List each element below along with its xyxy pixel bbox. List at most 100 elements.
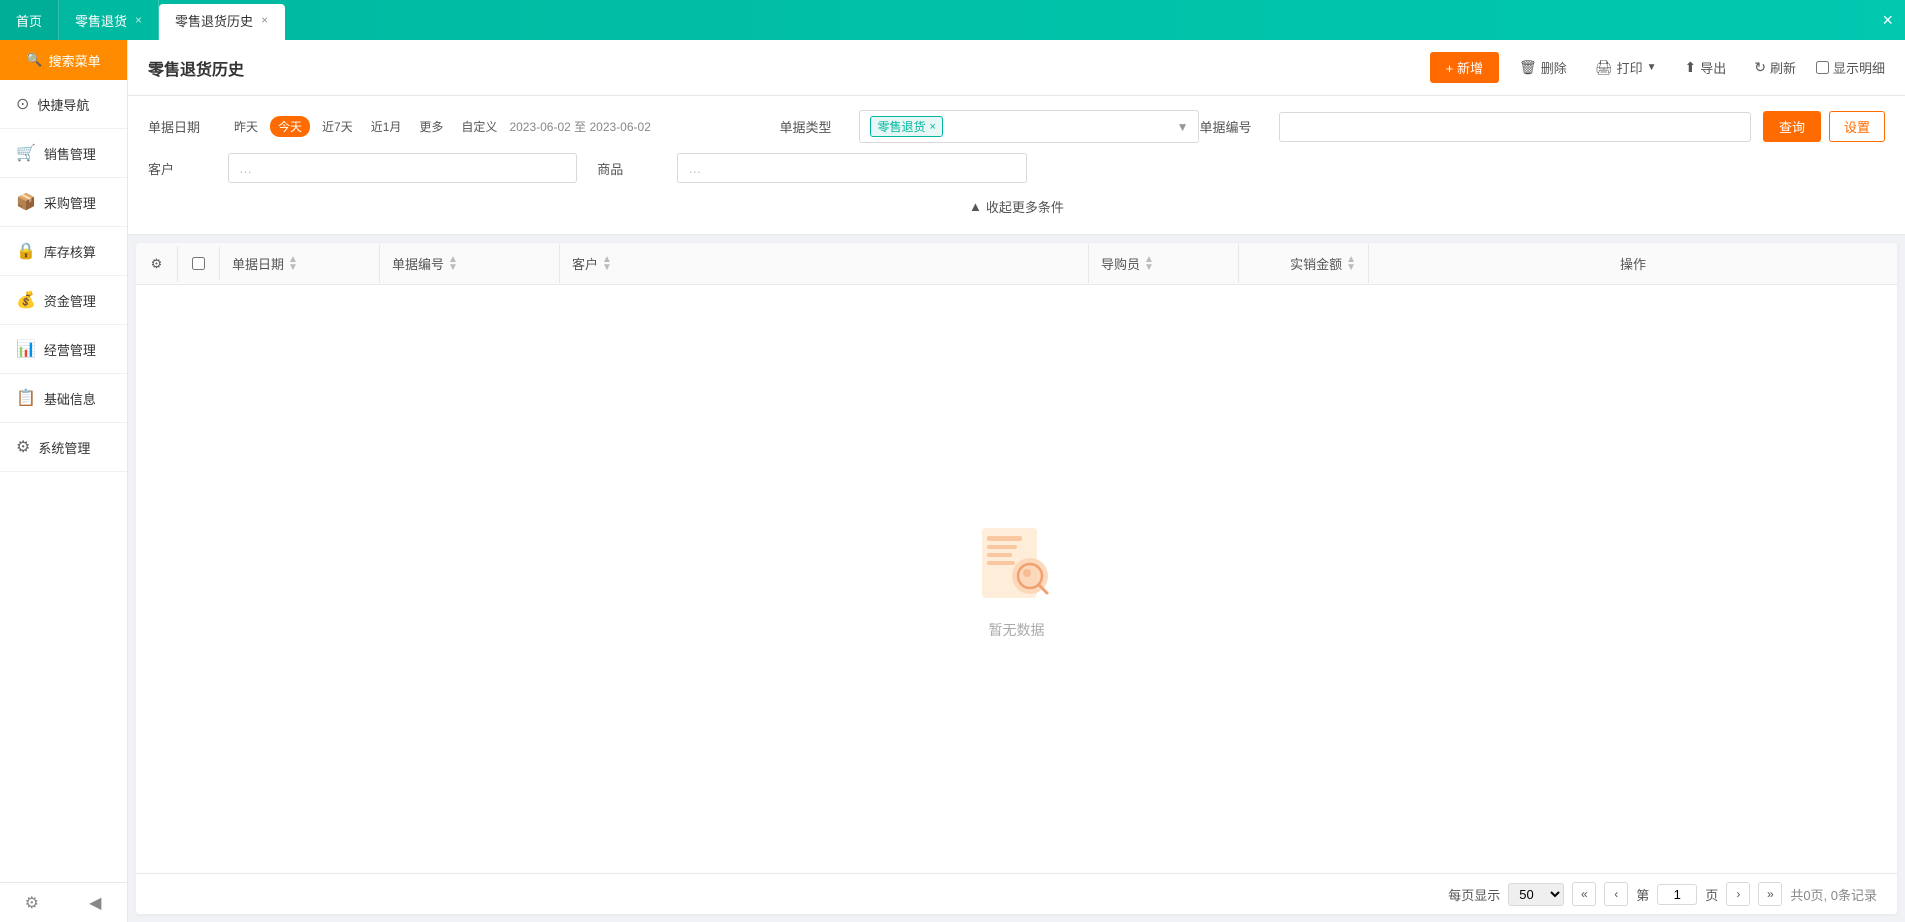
date-opt-7days[interactable]: 近7天	[316, 116, 359, 137]
total-info: 共0页, 0条记录	[1790, 885, 1877, 904]
th-amount[interactable]: 实销金额 ▲▼	[1239, 244, 1369, 283]
tab-retail-return-history[interactable]: 零售退货历史 ×	[159, 4, 285, 40]
prev-page-btn[interactable]: ‹	[1604, 882, 1628, 906]
sidebar-item-inventory[interactable]: 🔒 库存核算	[0, 227, 127, 276]
goods-label: 商品	[597, 159, 677, 178]
window-close-button[interactable]: ×	[1882, 11, 1893, 29]
th-order-no-label: 单据编号	[392, 254, 444, 273]
header-actions: + 新增 🗑 删除 🖨 打印 ▼ ⬆ 导出 ↻ 刷新	[1430, 52, 1885, 83]
sidebar-collapse-btn[interactable]: ◀	[64, 883, 128, 922]
export-button[interactable]: ⬆ 导出	[1676, 54, 1734, 81]
customer-field: 客户 …	[148, 153, 577, 183]
th-action: 操作	[1369, 244, 1897, 283]
th-order-no[interactable]: 单据编号 ▲▼	[380, 244, 560, 283]
operation-icon: 📊	[16, 339, 36, 359]
sidebar-search[interactable]: 🔍 搜索菜单	[0, 40, 127, 80]
sidebar-settings-btn[interactable]: ⚙	[0, 883, 64, 922]
display-detail-toggle[interactable]: 显示明细	[1816, 58, 1885, 77]
table-header: ⚙ 单据日期 ▲▼ 单据编号 ▲▼ 客户 ▲▼ 导购员	[136, 243, 1897, 285]
sidebar-item-basic-info[interactable]: 📋 基础信息	[0, 374, 127, 423]
sidebar-item-system-mgmt[interactable]: ⚙ 系统管理	[0, 423, 127, 472]
goods-input[interactable]: …	[677, 153, 1026, 183]
tab-retail-return-close[interactable]: ×	[135, 13, 142, 27]
content-area: 零售退货历史 + 新增 🗑 删除 🖨 打印 ▼ ⬆ 导出 ↻	[128, 40, 1905, 922]
date-opt-custom[interactable]: 自定义	[455, 116, 503, 137]
goods-field: 商品 …	[597, 153, 1026, 183]
sidebar-item-sales-label: 销售管理	[44, 144, 96, 163]
basic-info-icon: 📋	[16, 388, 36, 408]
date-options: 昨天 今天 近7天 近1月 更多 自定义 2023-06-02 至 2023-0…	[228, 116, 779, 137]
sidebar-item-sales-mgmt[interactable]: 🛒 销售管理	[0, 129, 127, 178]
date-opt-more[interactable]: 更多	[413, 116, 449, 137]
table-area: ⚙ 单据日期 ▲▼ 单据编号 ▲▼ 客户 ▲▼ 导购员	[136, 243, 1897, 914]
th-date[interactable]: 单据日期 ▲▼	[220, 244, 380, 283]
delete-label: 删除	[1541, 58, 1567, 77]
bill-type-tag-close[interactable]: ×	[930, 121, 936, 133]
delete-button[interactable]: 🗑 删除	[1511, 54, 1575, 81]
refresh-icon: ↻	[1754, 59, 1766, 76]
customer-placeholder: …	[239, 161, 252, 176]
page-suffix: 页	[1705, 885, 1718, 904]
page-input[interactable]	[1657, 884, 1697, 905]
th-guide[interactable]: 导购员 ▲▼	[1089, 244, 1239, 283]
customer-label: 客户	[148, 159, 228, 178]
page-header: 零售退货历史 + 新增 🗑 删除 🖨 打印 ▼ ⬆ 导出 ↻	[128, 40, 1905, 96]
per-page-select[interactable]: 10 20 50 100	[1508, 883, 1564, 906]
date-opt-1month[interactable]: 近1月	[365, 116, 408, 137]
collapse-button[interactable]: ▲ 收起更多条件	[953, 193, 1080, 220]
query-button[interactable]: 查询	[1763, 111, 1821, 142]
date-opt-yesterday[interactable]: 昨天	[228, 116, 264, 137]
customer-sort-icon: ▲▼	[602, 256, 612, 272]
sidebar-item-finance[interactable]: 💰 资金管理	[0, 276, 127, 325]
th-settings[interactable]: ⚙	[136, 246, 178, 282]
filter-row-1: 单据日期 昨天 今天 近7天 近1月 更多 自定义 2023-06-02 至 2…	[148, 110, 1885, 143]
tab-retail-return-history-close[interactable]: ×	[261, 13, 268, 27]
th-date-label: 单据日期	[232, 254, 284, 273]
guide-sort-icon: ▲▼	[1144, 256, 1154, 272]
th-customer-label: 客户	[572, 254, 598, 273]
sidebar-item-operation-label: 经营管理	[44, 340, 96, 359]
customer-input[interactable]: …	[228, 153, 577, 183]
sidebar-item-finance-label: 资金管理	[44, 291, 96, 310]
last-page-btn[interactable]: »	[1758, 882, 1782, 906]
th-checkbox[interactable]	[178, 247, 220, 280]
next-page-btn[interactable]: ›	[1726, 882, 1750, 906]
sidebar-item-quick-nav-label: 快捷导航	[37, 95, 89, 114]
main-layout: 🔍 搜索菜单 ⊙ 快捷导航 🛒 销售管理 📦 采购管理 🔒 库存核算 💰 资金管…	[0, 40, 1905, 922]
sidebar-item-system-label: 系统管理	[38, 438, 90, 457]
tab-retail-return-label: 零售退货	[75, 11, 127, 30]
refresh-button[interactable]: ↻ 刷新	[1746, 54, 1804, 81]
inventory-icon: 🔒	[16, 241, 36, 261]
tab-home-label: 首页	[16, 11, 42, 30]
display-detail-checkbox[interactable]	[1816, 61, 1829, 74]
sidebar-item-quick-nav[interactable]: ⊙ 快捷导航	[0, 80, 127, 129]
amount-sort-icon: ▲▼	[1346, 256, 1356, 272]
th-customer[interactable]: 客户 ▲▼	[560, 244, 1089, 283]
date-opt-today[interactable]: 今天	[270, 116, 310, 137]
date-sort-icon: ▲▼	[288, 256, 298, 272]
empty-icon	[967, 518, 1067, 608]
setting-button[interactable]: 设置	[1829, 111, 1885, 142]
print-button[interactable]: 🖨 打印 ▼	[1587, 54, 1665, 81]
sales-icon: 🛒	[16, 143, 36, 163]
bill-type-arrow-icon: ▼	[1177, 120, 1189, 134]
bill-type-input[interactable]: 零售退货 × ▼	[859, 110, 1199, 143]
sidebar: 🔍 搜索菜单 ⊙ 快捷导航 🛒 销售管理 📦 采购管理 🔒 库存核算 💰 资金管…	[0, 40, 128, 922]
export-label: 导出	[1700, 58, 1726, 77]
sidebar-item-purchase-mgmt[interactable]: 📦 采购管理	[0, 178, 127, 227]
bill-no-input[interactable]	[1279, 112, 1750, 142]
first-page-btn[interactable]: «	[1572, 882, 1596, 906]
filter-area: 单据日期 昨天 今天 近7天 近1月 更多 自定义 2023-06-02 至 2…	[128, 96, 1905, 235]
empty-text: 暂无数据	[989, 620, 1045, 640]
sidebar-item-operation[interactable]: 📊 经营管理	[0, 325, 127, 374]
select-all-checkbox[interactable]	[192, 257, 205, 270]
sidebar-item-purchase-label: 采购管理	[44, 193, 96, 212]
tab-home[interactable]: 首页	[0, 0, 59, 40]
sidebar-item-basic-info-label: 基础信息	[44, 389, 96, 408]
finance-icon: 💰	[16, 290, 36, 310]
new-button[interactable]: + 新增	[1430, 52, 1499, 83]
display-detail-label: 显示明细	[1833, 58, 1885, 77]
tab-retail-return[interactable]: 零售退货 ×	[59, 0, 159, 40]
sidebar-bottom: ⚙ ◀	[0, 882, 127, 922]
print-label: 打印	[1617, 58, 1643, 77]
